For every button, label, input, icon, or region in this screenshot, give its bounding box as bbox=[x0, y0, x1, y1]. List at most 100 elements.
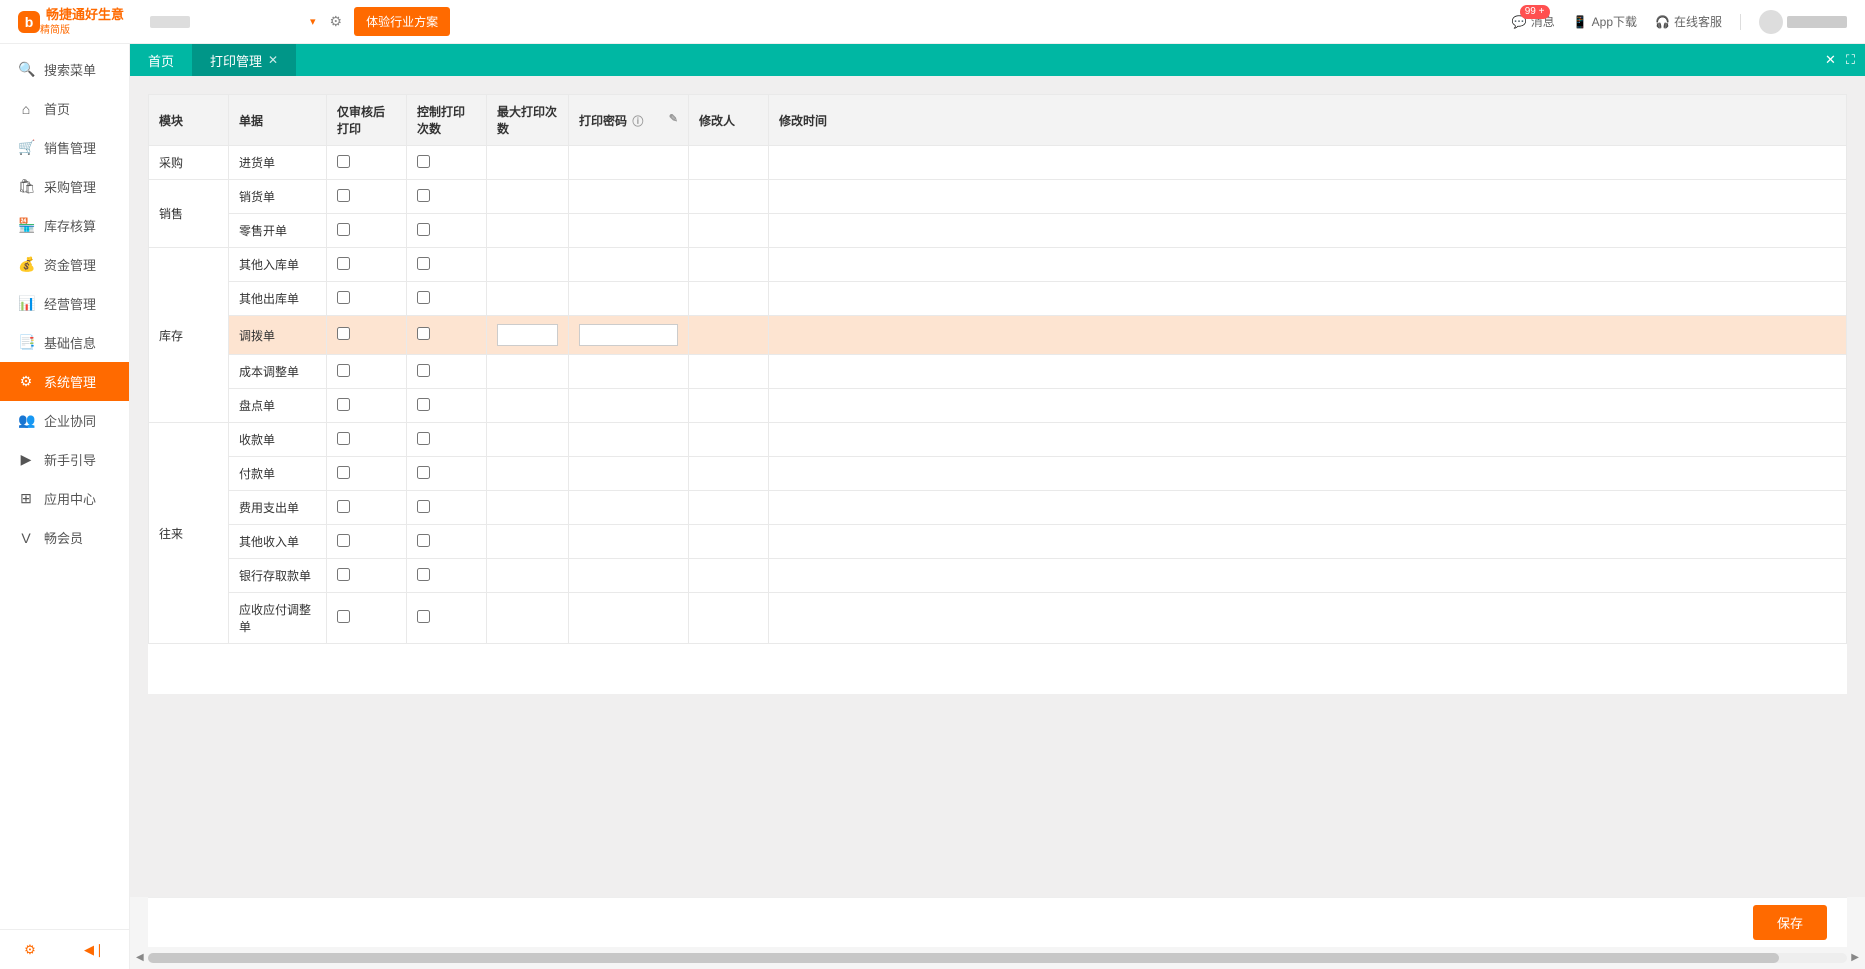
table-row: 费用支出单 bbox=[149, 491, 1847, 525]
password-input[interactable] bbox=[579, 324, 678, 346]
max-count-input[interactable] bbox=[497, 324, 558, 346]
tab-close-all-icon[interactable]: ✕ bbox=[1825, 52, 1836, 68]
audit-only-checkbox[interactable] bbox=[337, 568, 350, 581]
save-button[interactable]: 保存 bbox=[1753, 905, 1827, 940]
logo-icon: b bbox=[18, 11, 40, 33]
audit-only-checkbox[interactable] bbox=[337, 500, 350, 513]
sidebar-item-system[interactable]: ⚙ 系统管理 bbox=[0, 362, 129, 401]
control-count-checkbox[interactable] bbox=[417, 568, 430, 581]
org-select[interactable]: ▾ bbox=[150, 15, 316, 28]
control-count-checkbox[interactable] bbox=[417, 257, 430, 270]
sidebar-item-vip[interactable]: V畅会员 bbox=[0, 518, 129, 557]
audit-only-checkbox[interactable] bbox=[337, 155, 350, 168]
online-service-link[interactable]: 🎧 在线客服 bbox=[1655, 13, 1722, 30]
industry-button[interactable]: 体验行业方案 bbox=[354, 7, 450, 36]
edit-icon[interactable]: ✎ bbox=[669, 112, 678, 125]
sidebar-item-basic[interactable]: 📑基础信息 bbox=[0, 323, 129, 362]
cell-doc: 零售开单 bbox=[229, 214, 327, 248]
sidebar-item-guide[interactable]: ▶新手引导 bbox=[0, 440, 129, 479]
cell-modified-at bbox=[769, 525, 1847, 559]
audit-only-checkbox[interactable] bbox=[337, 327, 350, 340]
sidebar-item-collab[interactable]: 👥企业协同 bbox=[0, 401, 129, 440]
cell-max-count bbox=[487, 180, 569, 214]
sidebar-item-apps[interactable]: ⊞应用中心 bbox=[0, 479, 129, 518]
control-count-checkbox[interactable] bbox=[417, 432, 430, 445]
help-icon[interactable]: ⓘ bbox=[632, 116, 643, 128]
scrollbar-thumb[interactable] bbox=[148, 953, 1779, 963]
audit-only-checkbox[interactable] bbox=[337, 291, 350, 304]
headset-icon: 🎧 bbox=[1655, 15, 1670, 29]
audit-only-checkbox[interactable] bbox=[337, 223, 350, 236]
sidebar-item-home[interactable]: ⌂首页 bbox=[0, 89, 129, 128]
audit-only-checkbox[interactable] bbox=[337, 610, 350, 623]
avatar bbox=[1759, 10, 1783, 34]
control-count-checkbox[interactable] bbox=[417, 223, 430, 236]
cell-modified-at bbox=[769, 146, 1847, 180]
control-count-checkbox[interactable] bbox=[417, 610, 430, 623]
control-count-checkbox[interactable] bbox=[417, 500, 430, 513]
cell-doc: 进货单 bbox=[229, 146, 327, 180]
sidebar-item-sales[interactable]: 🛒销售管理 bbox=[0, 128, 129, 167]
messages-badge: 99 + bbox=[1520, 5, 1550, 19]
collapse-icon[interactable]: ◀❘ bbox=[84, 942, 105, 958]
control-count-checkbox[interactable] bbox=[417, 155, 430, 168]
table-row: 银行存取款单 bbox=[149, 559, 1847, 593]
logo[interactable]: b 畅捷通好生意 精简版 bbox=[18, 8, 130, 36]
sidebar-item-label: 库存核算 bbox=[44, 216, 96, 235]
audit-only-checkbox[interactable] bbox=[337, 257, 350, 270]
scroll-left-icon[interactable]: ◀ bbox=[136, 952, 144, 963]
audit-only-checkbox[interactable] bbox=[337, 466, 350, 479]
guide-icon: ▶ bbox=[18, 451, 34, 468]
settings-icon[interactable]: ⚙ bbox=[24, 942, 36, 958]
cell-modifier bbox=[689, 248, 769, 282]
table-row: 其他收入单 bbox=[149, 525, 1847, 559]
close-icon[interactable]: ✕ bbox=[268, 53, 278, 67]
system-icon: ⚙ bbox=[18, 373, 34, 390]
scroll-right-icon[interactable]: ▶ bbox=[1851, 952, 1859, 963]
audit-only-checkbox[interactable] bbox=[337, 398, 350, 411]
control-count-checkbox[interactable] bbox=[417, 466, 430, 479]
cell-audit-only bbox=[327, 525, 407, 559]
work-area: 模块 单据 仅审核后打印 控制打印次数 最大打印次数 打印密码 ⓘ ✎ bbox=[130, 76, 1865, 897]
cell-modified-at bbox=[769, 457, 1847, 491]
fullscreen-icon[interactable]: ⛶ bbox=[1846, 52, 1855, 68]
tab-print[interactable]: 打印管理✕ bbox=[192, 44, 296, 76]
control-count-checkbox[interactable] bbox=[417, 189, 430, 202]
sidebar-item-funds[interactable]: 💰资金管理 bbox=[0, 245, 129, 284]
sidebar-item-inventory[interactable]: 🏪库存核算 bbox=[0, 206, 129, 245]
control-count-checkbox[interactable] bbox=[417, 327, 430, 340]
cell-audit-only bbox=[327, 423, 407, 457]
audit-only-checkbox[interactable] bbox=[337, 189, 350, 202]
audit-only-checkbox[interactable] bbox=[337, 534, 350, 547]
gear-icon[interactable]: ⚙ bbox=[330, 13, 343, 30]
th-audit-only: 仅审核后打印 bbox=[327, 95, 407, 146]
table-row: 销售销货单 bbox=[149, 180, 1847, 214]
org-name-blur bbox=[150, 16, 190, 28]
cell-audit-only bbox=[327, 593, 407, 644]
control-count-checkbox[interactable] bbox=[417, 364, 430, 377]
audit-only-checkbox[interactable] bbox=[337, 432, 350, 445]
tab-home[interactable]: 首页 bbox=[130, 44, 192, 76]
cell-modifier bbox=[689, 525, 769, 559]
control-count-checkbox[interactable] bbox=[417, 398, 430, 411]
sidebar-item-search-menu[interactable]: 🔍搜索菜单 bbox=[0, 50, 129, 89]
messages-link[interactable]: 💬 消息 99 + bbox=[1512, 13, 1555, 30]
cell-modifier bbox=[689, 355, 769, 389]
app-download-link[interactable]: 📱 App下载 bbox=[1573, 13, 1637, 30]
th-max-count: 最大打印次数 bbox=[487, 95, 569, 146]
cell-audit-only bbox=[327, 146, 407, 180]
sidebar-item-business[interactable]: 📊经营管理 bbox=[0, 284, 129, 323]
audit-only-checkbox[interactable] bbox=[337, 364, 350, 377]
sidebar-item-label: 系统管理 bbox=[44, 372, 96, 391]
sidebar-item-purchase[interactable]: 🛍采购管理 bbox=[0, 167, 129, 206]
cell-modifier bbox=[689, 180, 769, 214]
control-count-checkbox[interactable] bbox=[417, 534, 430, 547]
user-menu[interactable] bbox=[1759, 10, 1847, 34]
table-row: 其他出库单 bbox=[149, 282, 1847, 316]
control-count-checkbox[interactable] bbox=[417, 291, 430, 304]
cell-control-count bbox=[407, 389, 487, 423]
horizontal-scrollbar[interactable]: ◀ ▶ bbox=[148, 953, 1847, 963]
cell-audit-only bbox=[327, 389, 407, 423]
sidebar-item-label: 资金管理 bbox=[44, 255, 96, 274]
cell-module: 销售 bbox=[149, 180, 229, 248]
